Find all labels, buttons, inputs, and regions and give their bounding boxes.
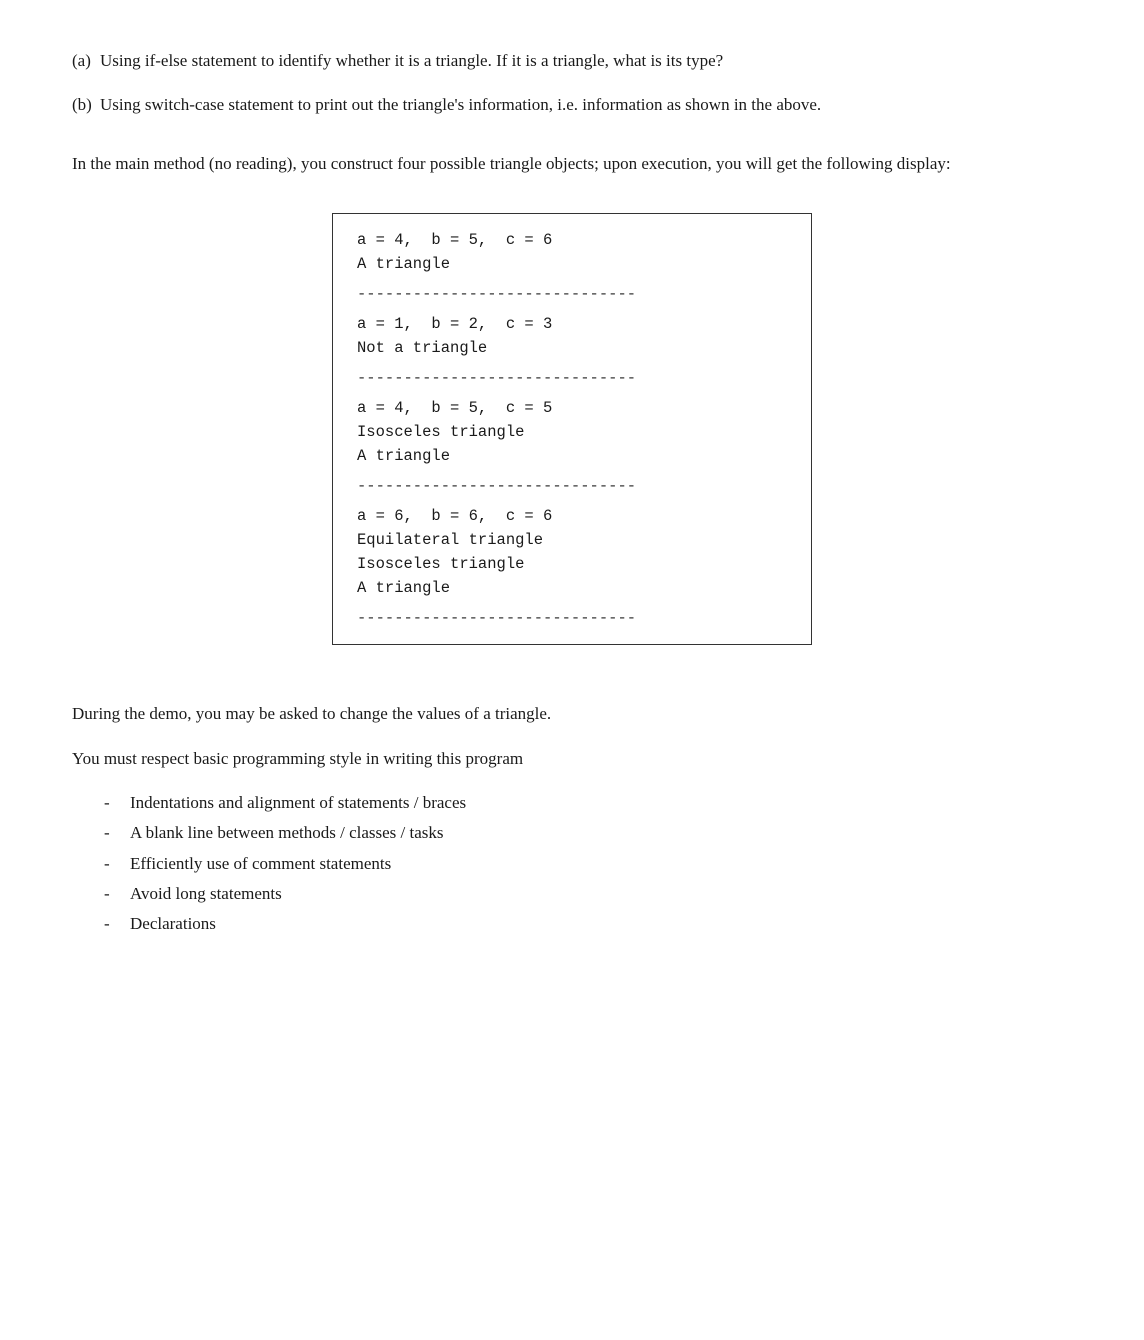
bullet-text-3: Efficiently use of comment statements [130,851,391,877]
list-item: - Avoid long statements [104,881,1072,907]
bullet-text-4: Avoid long statements [130,881,282,907]
code-line-3-3: A triangle [357,444,787,468]
section-a-label: (a) [72,48,100,74]
bullet-text-2: A blank line between methods / classes /… [130,820,444,846]
section-b: (b) Using switch-case statement to print… [72,92,1072,118]
style-paragraph: You must respect basic programming style… [72,746,1072,772]
code-box-wrapper: a = 4, b = 5, c = 6 A triangle ---------… [72,195,1072,673]
code-line-2-2: Not a triangle [357,336,787,360]
code-box: a = 4, b = 5, c = 6 A triangle ---------… [332,213,812,645]
divider-4: ------------------------------ [357,606,787,630]
bullet-dash: - [104,911,118,937]
bullet-text-1: Indentations and alignment of statements… [130,790,466,816]
section-b-label: (b) [72,92,100,118]
section-a-text: Using if-else statement to identify whet… [100,48,1072,74]
code-line-3-1: a = 4, b = 5, c = 5 [357,396,787,420]
bullet-dash: - [104,820,118,846]
bullet-text-5: Declarations [130,911,216,937]
list-item: - Declarations [104,911,1072,937]
list-item: - A blank line between methods / classes… [104,820,1072,846]
section-a: (a) Using if-else statement to identify … [72,48,1072,74]
divider-1: ------------------------------ [357,282,787,306]
code-line-1-2: A triangle [357,252,787,276]
bullet-dash: - [104,851,118,877]
list-item: - Efficiently use of comment statements [104,851,1072,877]
code-line-4-4: A triangle [357,576,787,600]
list-item: - Indentations and alignment of statemen… [104,790,1072,816]
main-paragraph: In the main method (no reading), you con… [72,151,1072,177]
code-line-2-1: a = 1, b = 2, c = 3 [357,312,787,336]
bullet-list: - Indentations and alignment of statemen… [104,790,1072,938]
code-line-3-2: Isosceles triangle [357,420,787,444]
bullet-dash: - [104,881,118,907]
code-line-4-1: a = 6, b = 6, c = 6 [357,504,787,528]
code-line-4-2: Equilateral triangle [357,528,787,552]
bullet-dash: - [104,790,118,816]
divider-3: ------------------------------ [357,474,787,498]
demo-paragraph: During the demo, you may be asked to cha… [72,701,1072,727]
divider-2: ------------------------------ [357,366,787,390]
code-line-1-1: a = 4, b = 5, c = 6 [357,228,787,252]
code-line-4-3: Isosceles triangle [357,552,787,576]
section-b-text: Using switch-case statement to print out… [100,92,1072,118]
